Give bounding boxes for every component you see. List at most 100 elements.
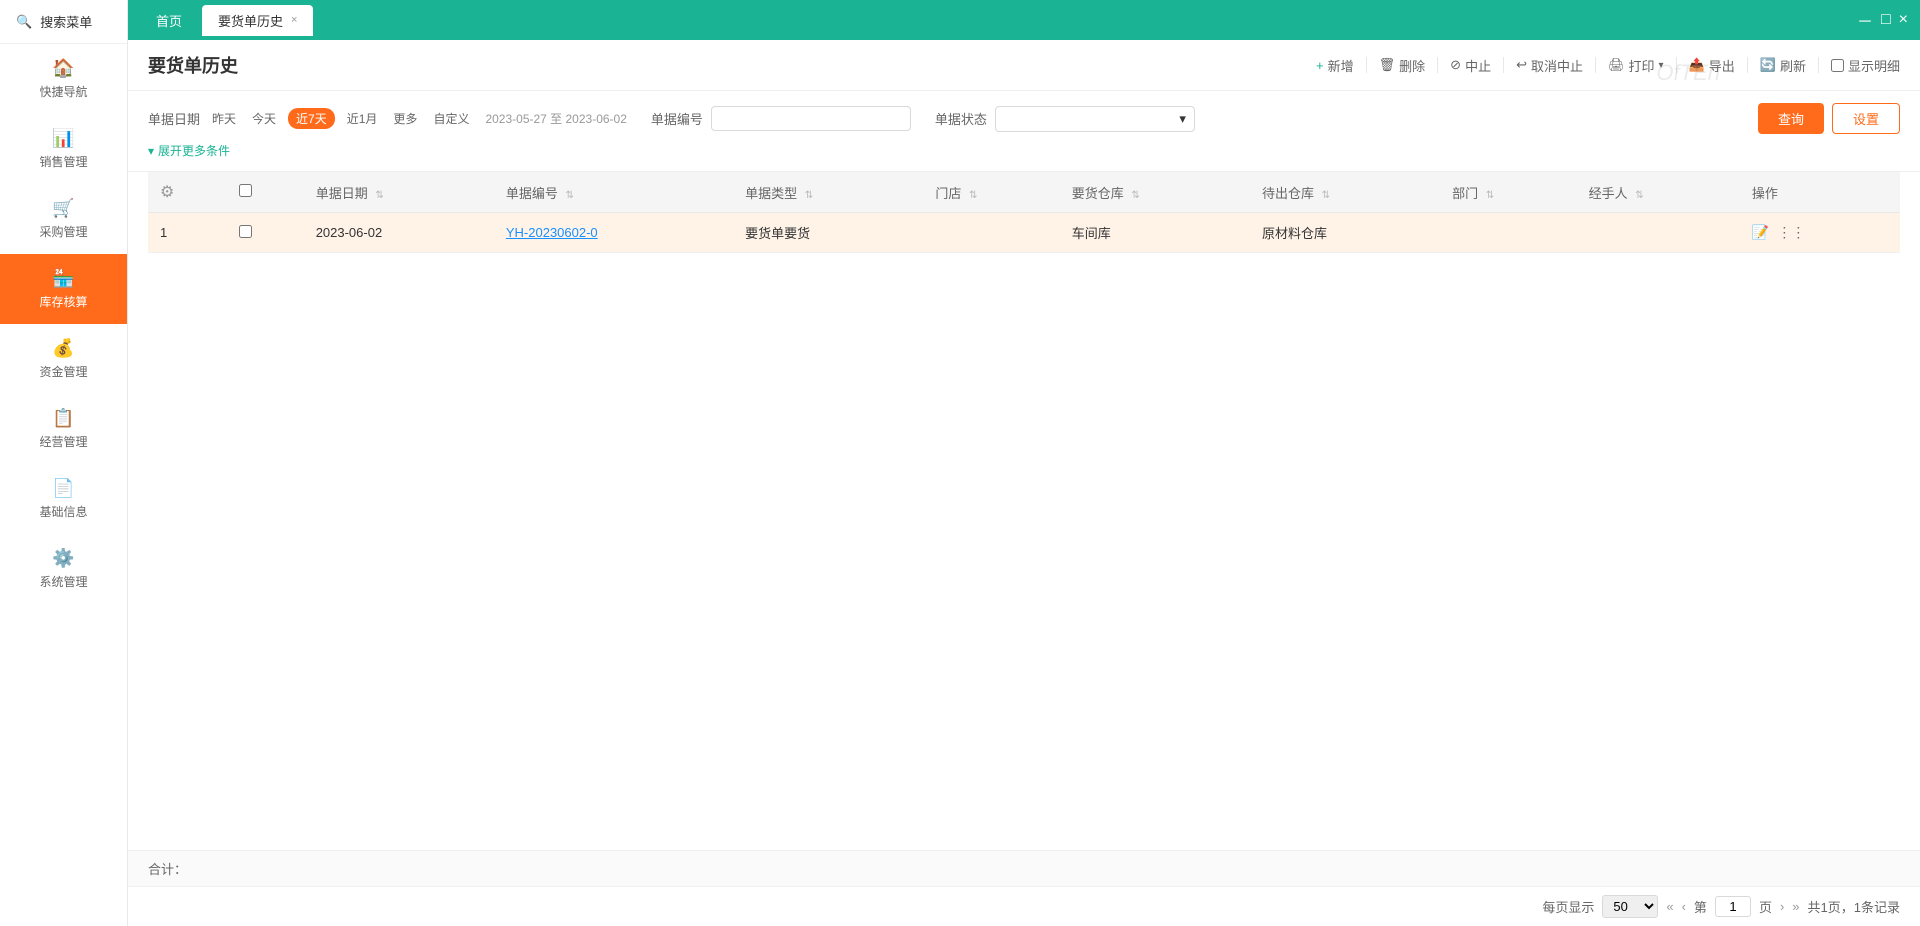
page-title: 要货单历史 [148,52,1316,78]
date-month-btn[interactable]: 近1月 [343,108,382,129]
table-row: 1 2023-06-02 YH-20230602-0 要货单要货 车间库 原材料… [148,213,1900,253]
finance-icon: 💰 [52,338,74,359]
row-pending-warehouse: 原材料仓库 [1250,213,1440,253]
cancel-stop-button[interactable]: ↩ 取消中止 [1516,56,1583,75]
delete-button[interactable]: 🗑 删除 [1379,56,1426,75]
search-menu-label: 搜索菜单 [40,12,92,31]
expand-icon: ▾ [148,144,154,158]
date-yesterday-btn[interactable]: 昨天 [208,108,240,129]
search-menu[interactable]: 🔍 搜索菜单 [0,0,127,44]
divider [1595,57,1596,73]
sidebar-item-finance[interactable]: 💰 资金管理 [0,324,127,394]
refresh-label: 刷新 [1780,56,1806,75]
col-department: 部门 ⇅ [1440,172,1576,213]
refresh-icon: 🔄 [1760,57,1776,73]
sort-icon[interactable]: ⇅ [375,190,383,201]
setting-button[interactable]: 设置 [1832,103,1900,134]
sort-icon[interactable]: ⇅ [1635,190,1643,201]
query-button[interactable]: 查询 [1758,103,1824,134]
tab-close-icon[interactable]: × [291,14,297,26]
refresh-button[interactable]: 🔄 刷新 [1760,56,1806,75]
page-header: 要货单历史 + 新增 🗑 删除 ⊘ 中止 ↩ [128,40,1920,91]
tab-bar-right: － □ × [1857,8,1908,32]
stop-button[interactable]: ⊘ 中止 [1450,56,1491,75]
tab-home[interactable]: 首页 [140,5,198,36]
operations-icon: 📋 [52,408,74,429]
status-select[interactable]: ▾ [995,106,1195,132]
sidebar-item-inventory[interactable]: 🏪 库存核算 [0,254,127,324]
col-checkbox[interactable] [227,172,303,213]
inventory-icon: 🏪 [52,268,74,289]
export-button[interactable]: 📤 导出 [1689,56,1735,75]
sales-icon: 📊 [52,128,74,149]
window-close-icon[interactable]: × [1899,11,1908,29]
select-all-checkbox[interactable] [239,184,252,197]
date-more-btn[interactable]: 更多 [389,108,421,129]
col-date: 单据日期 ⇅ [304,172,494,213]
search-icon: 🔍 [16,14,32,30]
table-settings-icon[interactable]: ⚙ [160,184,174,201]
new-label: 新增 [1328,56,1354,75]
sort-icon[interactable]: ⇅ [969,190,977,201]
main-area: 首页 要货单历史 × － □ × 要货单历史 + 新增 🗑 删除 [128,0,1920,926]
date-custom-btn[interactable]: 自定义 [429,108,473,129]
sidebar-item-purchase[interactable]: 🛒 采购管理 [0,184,127,254]
stop-label: 中止 [1465,56,1491,75]
nav-next-btn[interactable]: › [1780,899,1784,914]
export-icon: 📤 [1689,57,1705,73]
tab-active-label: 要货单历史 [218,11,283,30]
nav-first-btn[interactable]: « [1666,899,1673,914]
window-maximize-icon[interactable]: □ [1881,11,1891,29]
divider [1676,57,1677,73]
row-department [1440,213,1576,253]
print-dropdown-icon: ▾ [1659,60,1664,71]
nav-last-btn[interactable]: » [1792,899,1799,914]
divider [1503,57,1504,73]
col-req-warehouse: 要货仓库 ⇅ [1060,172,1250,213]
display-detail-checkbox[interactable] [1831,59,1844,72]
col-handler: 经手人 ⇅ [1577,172,1740,213]
sidebar-item-system[interactable]: ⚙️ 系统管理 [0,534,127,604]
doc-number-input[interactable] [711,106,911,131]
tab-bar: 首页 要货单历史 × － □ × [128,0,1920,40]
basic-icon: 📄 [52,478,74,499]
window-minimize-icon[interactable]: － [1857,8,1873,32]
page-input[interactable] [1715,896,1751,917]
date-filter: 单据日期 昨天 今天 近7天 近1月 更多 自定义 2023-05-27 至 2… [148,108,627,129]
sidebar-item-home[interactable]: 🏠 快捷导航 [0,44,127,114]
divider [1818,57,1819,73]
sidebar-item-basic[interactable]: 📄 基础信息 [0,464,127,534]
sidebar-item-sales[interactable]: 📊 销售管理 [0,114,127,184]
per-page-select[interactable]: 50 100 200 [1602,895,1658,918]
row-index: 1 [148,213,227,253]
row-number[interactable]: YH-20230602-0 [494,213,733,253]
sort-icon[interactable]: ⇅ [1131,190,1139,201]
nav-prev-btn[interactable]: ‹ [1682,899,1686,914]
action-buttons: 查询 设置 [1758,103,1900,134]
purchase-icon: 🛒 [52,198,74,219]
sort-icon[interactable]: ⇅ [1322,190,1330,201]
col-action: 操作 [1740,172,1900,213]
new-button[interactable]: + 新增 [1316,56,1354,75]
row-more-icon[interactable]: ⋮⋮ [1777,224,1805,241]
expand-more-btn[interactable]: ▾ 展开更多条件 [148,142,1900,159]
row-checkbox[interactable] [227,213,303,253]
date-7days-btn[interactable]: 近7天 [288,108,335,129]
home-icon: 🏠 [52,58,74,79]
display-detail-toggle[interactable]: 显示明细 [1831,56,1900,75]
sort-icon[interactable]: ⇅ [805,190,813,201]
sidebar-item-operations[interactable]: 📋 经营管理 [0,394,127,464]
export-label: 导出 [1709,56,1735,75]
sort-icon[interactable]: ⇅ [1486,190,1494,201]
row-edit-icon[interactable]: 📝 [1752,224,1769,241]
table-footer: 合计： [128,850,1920,886]
tab-active[interactable]: 要货单历史 × [202,5,313,36]
col-settings[interactable]: ⚙ [148,172,227,213]
date-today-btn[interactable]: 今天 [248,108,280,129]
sort-icon[interactable]: ⇅ [566,190,574,201]
print-button[interactable]: 🖨 打印 ▾ [1608,56,1664,75]
date-filter-label: 单据日期 [148,109,200,128]
row-action: 📝 ⋮⋮ [1740,213,1900,253]
col-pending-warehouse: 待出仓库 ⇅ [1250,172,1440,213]
date-range-display: 2023-05-27 至 2023-06-02 [485,110,626,127]
